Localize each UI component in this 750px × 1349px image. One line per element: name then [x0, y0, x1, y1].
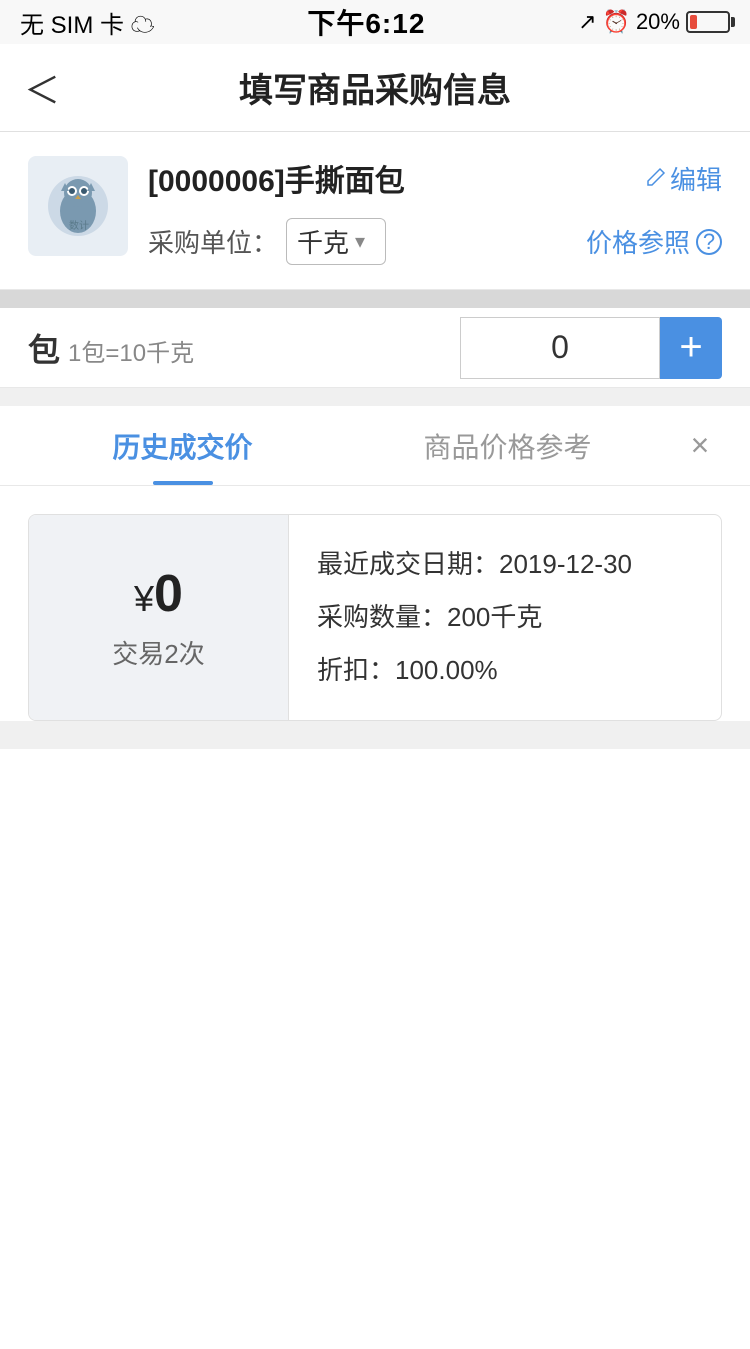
quantity-input[interactable]: 0 [460, 317, 660, 379]
tab-header: 历史成交价 商品价格参考 × [0, 406, 750, 486]
product-meta: 采购单位： 千克 ▾ 价格参照 ? [148, 218, 722, 265]
edit-icon [644, 167, 666, 189]
tab-history-price[interactable]: 历史成交价 [20, 406, 345, 485]
quantity-unit-big: 包 [28, 325, 60, 371]
help-icon: ? [696, 229, 722, 255]
edit-label: 编辑 [670, 160, 722, 197]
page-title: 填写商品采购信息 [239, 63, 511, 112]
section-divider [0, 290, 750, 308]
battery-icon [686, 11, 730, 33]
price-details: 最近成交日期：2019-12-30 采购数量：200千克 折扣：100.00% [289, 515, 721, 720]
product-name: [0000006]手撕面包 [148, 156, 405, 200]
price-amount: ¥0 [134, 564, 183, 624]
product-card: 数计 [0000006]手撕面包 编辑 采购单位： 千克 ▾ 价格参照 ? [0, 132, 750, 290]
recent-date-row: 最近成交日期：2019-12-30 [317, 545, 693, 584]
purchase-qty-label: 采购数量： [317, 602, 447, 632]
quantity-control: 0 + [460, 317, 722, 379]
quantity-label: 包 1包=10千克 [28, 325, 194, 371]
product-id: [0000006] [148, 165, 285, 198]
tab-close-button[interactable]: × [670, 416, 730, 476]
unit-select[interactable]: 千克 ▾ [286, 218, 386, 265]
chevron-down-icon: ▾ [355, 229, 365, 254]
quantity-row: 包 1包=10千克 0 + [0, 308, 750, 388]
tab-product-price-ref-label: 商品价格参考 [423, 426, 591, 466]
quantity-unit-sub: 1包=10千克 [68, 333, 194, 368]
purchase-qty-value: 200千克 [447, 602, 542, 632]
price-card: ¥0 交易2次 最近成交日期：2019-12-30 采购数量：200千克 折扣：… [28, 514, 722, 721]
price-reference-button[interactable]: 价格参照 ? [586, 223, 722, 260]
battery-percent: 20% [636, 9, 680, 35]
price-value: 0 [154, 565, 183, 623]
alarm-icon: ⏰ [603, 9, 630, 35]
tab-product-price-ref[interactable]: 商品价格参考 [345, 406, 670, 485]
edit-button[interactable]: 编辑 [644, 160, 722, 197]
recent-date-value: 2019-12-30 [499, 549, 632, 579]
product-name-text: 手撕面包 [285, 165, 405, 198]
back-button[interactable]: ＜ [24, 62, 60, 114]
unit-row: 采购单位： 千克 ▾ [148, 218, 386, 265]
discount-label: 折扣： [317, 655, 395, 685]
product-logo: 数计 [43, 171, 113, 241]
trade-count: 交易2次 [112, 634, 204, 671]
sim-status: 无 SIM 卡 ☁ [20, 5, 155, 40]
discount-row: 折扣：100.00% [317, 651, 693, 690]
price-ref-label: 价格参照 [586, 223, 690, 260]
status-time: 下午6:12 [307, 2, 425, 42]
bottom-area [0, 749, 750, 1349]
location-icon: ↗ [578, 9, 596, 35]
tab-history-price-label: 历史成交价 [112, 426, 252, 466]
product-info: [0000006]手撕面包 编辑 采购单位： 千克 ▾ 价格参照 ? [148, 156, 722, 265]
quantity-increment-button[interactable]: + [660, 317, 722, 379]
currency-symbol: ¥ [134, 578, 154, 619]
svg-text:数计: 数计 [69, 219, 89, 232]
battery-fill [690, 15, 697, 29]
status-left: 无 SIM 卡 ☁ [20, 5, 155, 40]
status-right: ↗ ⏰ 20% [578, 9, 730, 35]
discount-value: 100.00% [395, 655, 498, 685]
product-thumbnail: 数计 [28, 156, 128, 256]
product-header: [0000006]手撕面包 编辑 [148, 156, 722, 200]
purchase-qty-row: 采购数量：200千克 [317, 598, 693, 637]
unit-label: 采购单位： [148, 223, 278, 260]
unit-value: 千克 [297, 223, 349, 260]
status-bar: 无 SIM 卡 ☁ 下午6:12 ↗ ⏰ 20% [0, 0, 750, 44]
tab-panel: 历史成交价 商品价格参考 × ¥0 交易2次 最近成交日期：2019-12-30… [0, 406, 750, 721]
recent-date-label: 最近成交日期： [317, 549, 499, 579]
nav-bar: ＜ 填写商品采购信息 [0, 44, 750, 132]
price-summary: ¥0 交易2次 [29, 515, 289, 720]
